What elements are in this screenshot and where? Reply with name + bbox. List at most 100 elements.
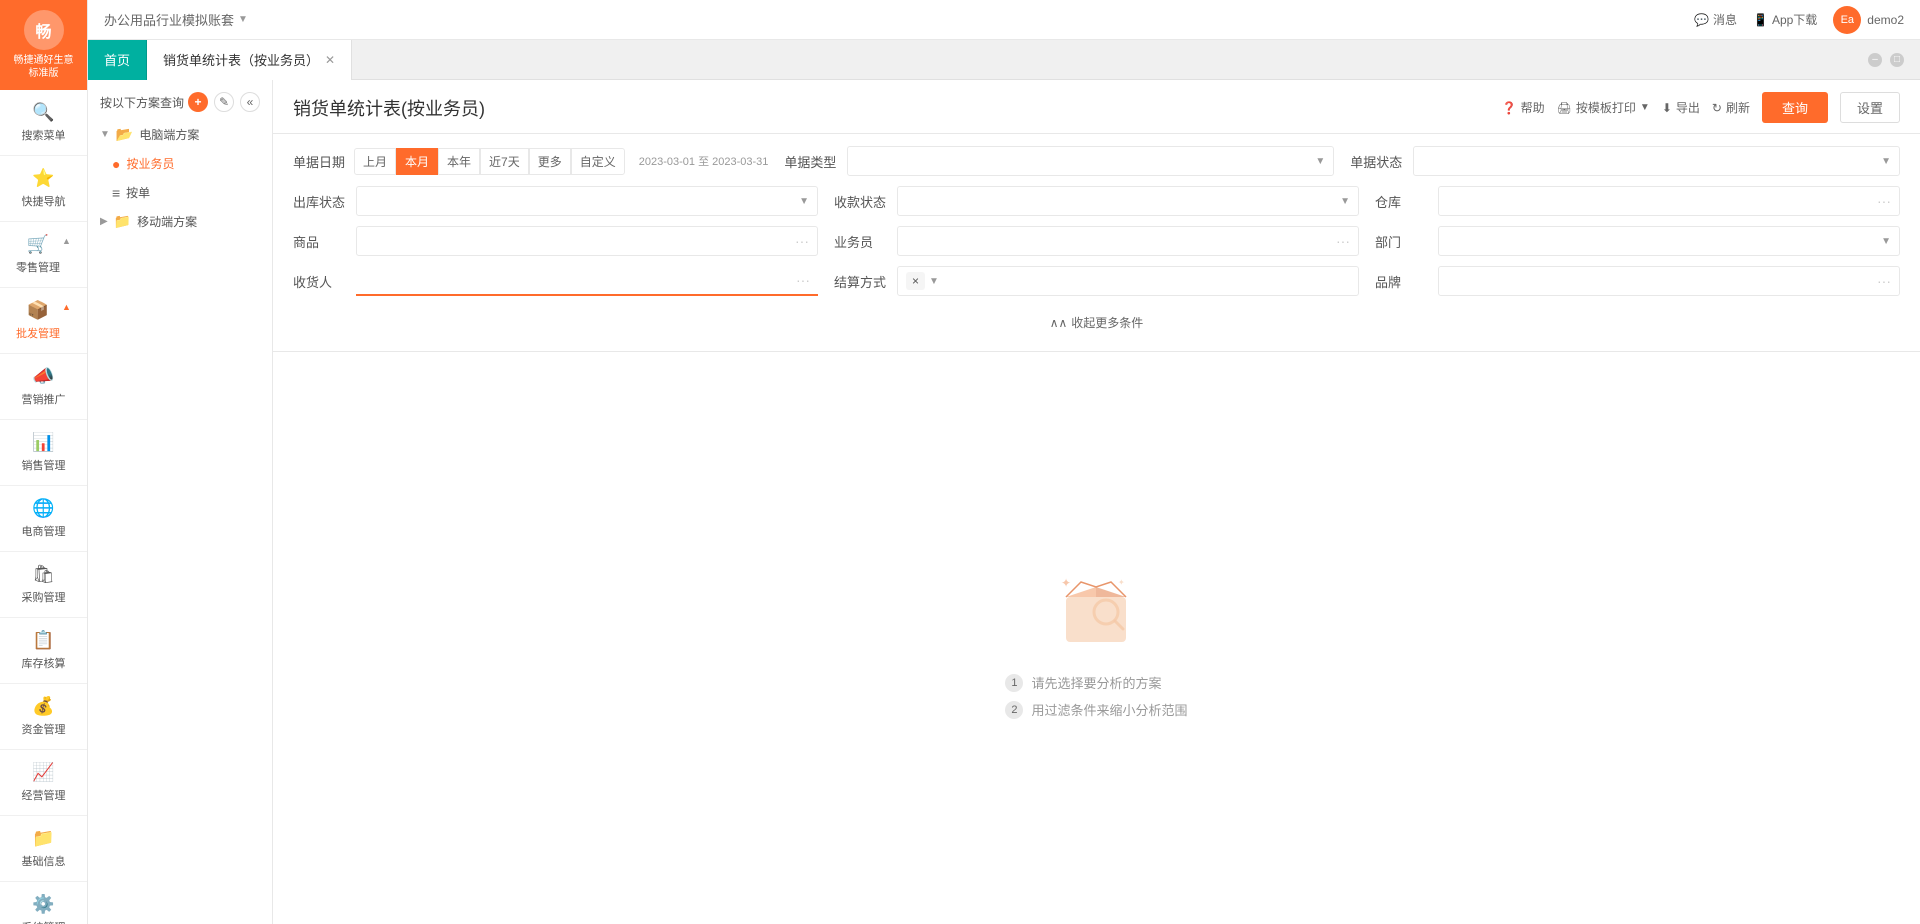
help-button[interactable]: ❓ 帮助: [1502, 99, 1545, 116]
account-switcher[interactable]: 办公用品行业模拟账套 ▼: [104, 10, 248, 29]
sidebar-item-search[interactable]: 🔍 搜索菜单: [0, 90, 87, 156]
date-last-month[interactable]: 上月: [354, 148, 396, 175]
sidebar-item-operation[interactable]: 📈 经营管理: [0, 750, 87, 816]
collapse-label: 收起更多条件: [1071, 314, 1143, 331]
doc-status-control[interactable]: ▼: [1413, 146, 1900, 176]
dept-label: 部门: [1375, 232, 1430, 251]
more-icon: ···: [1877, 273, 1891, 289]
sidebar-item-ecommerce[interactable]: 🌐 电商管理: [0, 486, 87, 552]
filter-row-2: 出库状态 ▼ 收款状态 ▼ 仓库: [293, 186, 1900, 216]
sidebar-item-marketing[interactable]: 📣 营销推广: [0, 354, 87, 420]
receiver-control[interactable]: ···: [356, 266, 818, 296]
tip-num-1: 1: [1005, 674, 1023, 692]
sidebar-item-system[interactable]: ⚙️ 系统管理: [0, 882, 87, 924]
app-logo[interactable]: 畅 畅捷通好生意 标准版: [0, 0, 87, 90]
sidebar-item-wholesale[interactable]: 📦 批发管理 ▲: [0, 288, 87, 354]
payment-tag: ×: [906, 272, 925, 290]
tag-close-icon[interactable]: ×: [912, 274, 919, 288]
page-actions: ❓ 帮助 🖨 按模板打印 ▼ ⬇ 导出: [1502, 92, 1900, 123]
page-area: 按以下方案查询 + ✎ « ▼ 📂 电脑端方案 ● 按业务员 ≡ 按单: [88, 80, 1920, 924]
settings-button[interactable]: 设置: [1840, 92, 1900, 123]
sidebar-item-retail[interactable]: 🛒 零售管理 ▲: [0, 222, 87, 288]
doc-type-control[interactable]: ▼: [847, 146, 1334, 176]
doc-type-label: 单据类型: [784, 152, 839, 171]
active-icon: ●: [112, 156, 120, 172]
chevron-down-icon: ▼: [1640, 102, 1650, 113]
collapse-panel-button[interactable]: «: [240, 92, 260, 112]
date-custom[interactable]: 自定义: [571, 148, 625, 175]
warehouse-control[interactable]: ···: [1438, 186, 1900, 216]
inventory-icon: 📋: [32, 630, 54, 651]
collect-status-label: 收款状态: [834, 192, 889, 211]
maximize-button[interactable]: □: [1890, 53, 1904, 67]
app-download-button[interactable]: 📱 App下载: [1753, 11, 1817, 28]
goods-control[interactable]: ···: [356, 226, 818, 256]
filter-row-3: 商品 ··· 业务员 ··· 部门: [293, 226, 1900, 256]
query-button[interactable]: 查询: [1762, 92, 1828, 123]
date-this-month[interactable]: 本月: [396, 148, 438, 175]
account-name: 办公用品行业模拟账套: [104, 10, 234, 29]
logo-icon: 畅: [24, 10, 64, 50]
username: demo2: [1867, 13, 1904, 27]
sidebar-item-finance[interactable]: 💰 资金管理: [0, 684, 87, 750]
chevron-down-icon: ▼: [1881, 236, 1891, 247]
close-tab-icon[interactable]: ✕: [325, 53, 335, 67]
filter-doc-status: 单据状态 ▼: [1350, 146, 1900, 176]
sidebar-item-inventory[interactable]: 📋 库存核算: [0, 618, 87, 684]
tree-pc-group[interactable]: ▼ 📂 电脑端方案: [88, 120, 272, 149]
collapse-bar[interactable]: ∧∧ 收起更多条件: [293, 306, 1900, 339]
tree-mobile-group[interactable]: ▶ 📁 移动端方案: [88, 207, 272, 236]
sidebar-item-basic[interactable]: 📁 基础信息: [0, 816, 87, 882]
sidebar: 畅 畅捷通好生意 标准版 🔍 搜索菜单 ⭐ 快捷导航 🛒 零售管理 ▲ 📦 批发…: [0, 0, 88, 924]
filter-warehouse: 仓库 ···: [1375, 186, 1900, 216]
user-profile[interactable]: Ea demo2: [1833, 6, 1904, 34]
purchase-icon: 🛍: [32, 564, 55, 585]
sidebar-label: 批发管理: [16, 325, 60, 341]
sidebar-label: 系统管理: [22, 919, 66, 924]
minimize-button[interactable]: –: [1868, 53, 1882, 67]
retail-icon: 🛒: [27, 234, 49, 255]
payment-control[interactable]: × ▼: [897, 266, 1359, 296]
filter-doc-type: 单据类型 ▼: [784, 146, 1334, 176]
brand-control[interactable]: ···: [1438, 266, 1900, 296]
right-panel: 销货单统计表(按业务员) ❓ 帮助 🖨 按模板打印 ▼ ⬇: [273, 80, 1920, 924]
out-status-control[interactable]: ▼: [356, 186, 818, 216]
sidebar-item-purchase[interactable]: 🛍 采购管理: [0, 552, 87, 618]
tree-invoice[interactable]: ≡ 按单: [88, 178, 272, 207]
dropdown-icon: ▼: [238, 14, 248, 25]
left-panel: 按以下方案查询 + ✎ « ▼ 📂 电脑端方案 ● 按业务员 ≡ 按单: [88, 80, 273, 924]
ecommerce-icon: 🌐: [32, 498, 54, 519]
warehouse-label: 仓库: [1375, 192, 1430, 211]
print-label: 按模板打印: [1576, 99, 1636, 116]
folder-icon: 📂: [116, 126, 133, 143]
more-icon: ···: [795, 233, 809, 249]
date-this-year[interactable]: 本年: [438, 148, 480, 175]
sidebar-item-shortcut[interactable]: ⭐ 快捷导航: [0, 156, 87, 222]
edit-scheme-button[interactable]: ✎: [214, 92, 234, 112]
dept-control[interactable]: ▼: [1438, 226, 1900, 256]
message-button[interactable]: 💬 消息: [1694, 11, 1737, 28]
tab-home[interactable]: 首页: [88, 40, 147, 80]
tree-salesperson[interactable]: ● 按业务员: [88, 149, 272, 178]
chevron-down-icon: ▼: [1315, 156, 1325, 167]
tab-home-label: 首页: [104, 50, 130, 69]
message-icon: 💬: [1694, 13, 1709, 27]
refresh-button[interactable]: ↻ 刷新: [1712, 99, 1750, 116]
sidebar-item-sales[interactable]: 📊 销售管理: [0, 420, 87, 486]
sidebar-label: 库存核算: [22, 655, 66, 671]
filter-payment: 结算方式 × ▼: [834, 266, 1359, 296]
print-button[interactable]: 🖨 按模板打印 ▼: [1557, 99, 1650, 116]
add-scheme-button[interactable]: +: [188, 92, 208, 112]
export-button[interactable]: ⬇ 导出: [1662, 99, 1700, 116]
tip-text-1: 请先选择要分析的方案: [1031, 673, 1161, 692]
sidebar-label: 零售管理: [16, 259, 60, 275]
salesperson-control[interactable]: ···: [897, 226, 1359, 256]
logo-text: 畅捷通好生意 标准版: [14, 54, 74, 80]
tab-sales-stat[interactable]: 销货单统计表（按业务员） ✕: [147, 40, 352, 80]
print-dropdown[interactable]: 按模板打印 ▼: [1576, 99, 1650, 116]
collect-status-control[interactable]: ▼: [897, 186, 1359, 216]
date-more[interactable]: 更多: [529, 148, 571, 175]
content-area: ✦ ✦ 1 请先选择要分析的方案 2 用过滤条件来缩小分析范围: [273, 352, 1920, 924]
sidebar-label: 营销推广: [22, 391, 66, 407]
date-last-7[interactable]: 近7天: [480, 148, 529, 175]
